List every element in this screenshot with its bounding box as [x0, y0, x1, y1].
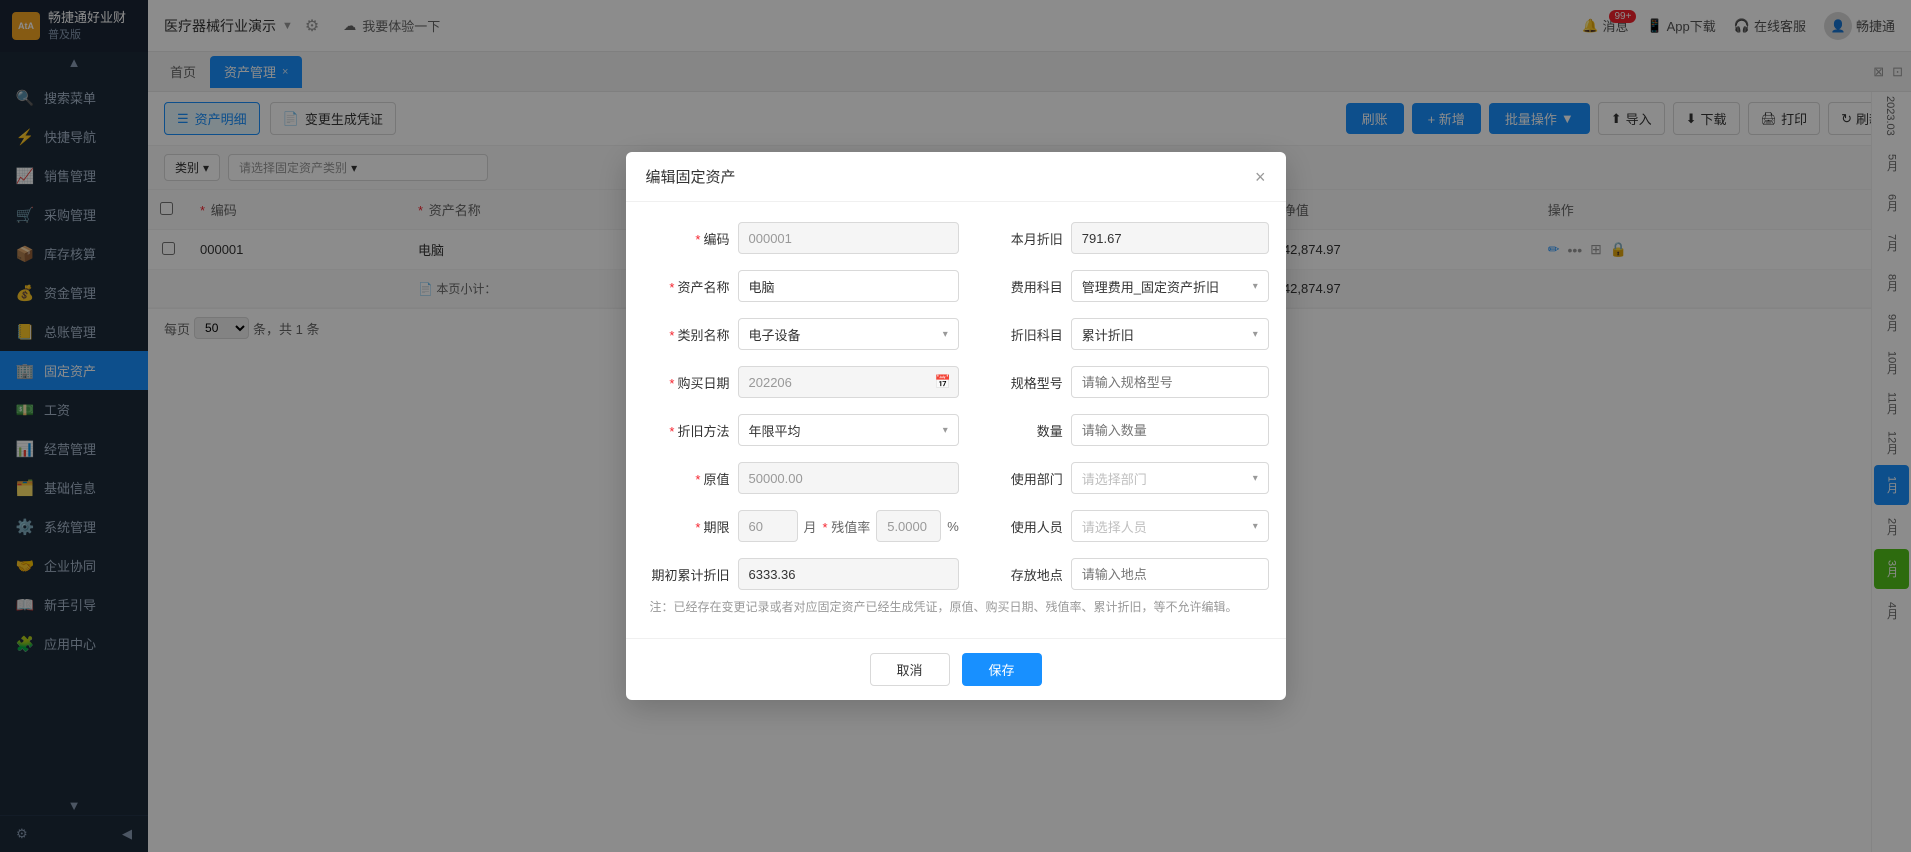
form-note: 注：已经存在变更记录或者对应固定资产已经生成凭证，原值、购买日期、残值率、累计折…	[650, 590, 1262, 617]
period-unit: 月	[804, 517, 817, 536]
dep-method-label: 折旧方法	[650, 421, 730, 440]
dep-subject-label: 折旧科目	[983, 325, 1063, 344]
monthly-dep-input	[1071, 222, 1269, 254]
form-item-storage: 存放地点	[983, 558, 1269, 590]
chevron-down-icon: ▾	[1253, 521, 1258, 532]
required-star: *	[823, 520, 828, 535]
spec-input[interactable]	[1071, 366, 1269, 398]
form-item-purchase-date: 购买日期 📅	[650, 366, 959, 398]
category-label: 类别名称	[650, 325, 730, 344]
monthly-dep-label: 本月折旧	[983, 229, 1063, 248]
category-value: 电子设备	[749, 325, 801, 344]
cancel-button[interactable]: 取消	[870, 653, 950, 686]
form-item-spec: 规格型号	[983, 366, 1269, 398]
use-person-label: 使用人员	[983, 517, 1063, 536]
expense-subject-label: 费用科目	[983, 277, 1063, 296]
category-select[interactable]: 电子设备 ▾	[738, 318, 959, 350]
purchase-date-input[interactable]	[738, 366, 959, 398]
save-button[interactable]: 保存	[962, 653, 1042, 686]
use-person-select[interactable]: 请选择人员 ▾	[1071, 510, 1269, 542]
form-item-dep-method: 折旧方法 年限平均 ▾	[650, 414, 959, 446]
chevron-down-icon: ▾	[1253, 329, 1258, 340]
use-dept-select[interactable]: 请选择部门 ▾	[1071, 462, 1269, 494]
modal-body: 编码 本月折旧 资产名称 费用科目 管理费用_固定资产折旧	[626, 202, 1286, 637]
form-item-use-dept: 使用部门 请选择部门 ▾	[983, 462, 1269, 494]
initial-accum-dep-label: 期初累计折旧	[650, 565, 730, 584]
chevron-down-icon: ▾	[943, 425, 948, 436]
storage-label: 存放地点	[983, 565, 1063, 584]
form-item-dep-subject: 折旧科目 累计折旧 ▾	[983, 318, 1269, 350]
modal-footer: 取消 保存	[626, 638, 1286, 700]
form-item-initial-accum-dep: 期初累计折旧	[650, 558, 959, 590]
original-value-input[interactable]	[738, 462, 959, 494]
period-input[interactable]	[738, 510, 798, 542]
spec-label: 规格型号	[983, 373, 1063, 392]
form-item-period: 期限 月 * 残值率 %	[650, 510, 959, 542]
modal-title: 编辑固定资产	[646, 166, 736, 187]
modal-overlay: 编辑固定资产 × 编码 本月折旧 资产名称	[0, 0, 1911, 852]
code-input[interactable]	[738, 222, 959, 254]
residual-rate-label: * 残值率	[823, 517, 871, 536]
form-item-name: 资产名称	[650, 270, 959, 302]
form-item-quantity: 数量	[983, 414, 1269, 446]
dep-subject-select[interactable]: 累计折旧 ▾	[1071, 318, 1269, 350]
form-item-expense-subject: 费用科目 管理费用_固定资产折旧 ▾	[983, 270, 1269, 302]
quantity-label: 数量	[983, 421, 1063, 440]
modal-header: 编辑固定资产 ×	[626, 152, 1286, 202]
dep-method-select[interactable]: 年限平均 ▾	[738, 414, 959, 446]
chevron-down-icon: ▾	[1253, 281, 1258, 292]
form-item-code: 编码	[650, 222, 959, 254]
calendar-icon: 📅	[935, 374, 951, 390]
residual-rate-unit: %	[947, 519, 959, 534]
storage-input[interactable]	[1071, 558, 1269, 590]
original-value-label: 原值	[650, 469, 730, 488]
form-item-use-person: 使用人员 请选择人员 ▾	[983, 510, 1269, 542]
edit-asset-modal: 编辑固定资产 × 编码 本月折旧 资产名称	[626, 152, 1286, 699]
residual-rate-input[interactable]	[876, 510, 941, 542]
chevron-down-icon: ▾	[1253, 473, 1258, 484]
use-person-placeholder: 请选择人员	[1082, 517, 1147, 536]
form-item-original-value: 原值	[650, 462, 959, 494]
dep-method-value: 年限平均	[749, 421, 801, 440]
period-label: 期限	[650, 517, 730, 536]
code-label: 编码	[650, 229, 730, 248]
form-grid: 编码 本月折旧 资产名称 费用科目 管理费用_固定资产折旧	[650, 222, 1262, 590]
dep-subject-value: 累计折旧	[1082, 325, 1134, 344]
form-item-monthly-dep: 本月折旧	[983, 222, 1269, 254]
modal-close-btn[interactable]: ×	[1255, 168, 1266, 186]
form-item-category: 类别名称 电子设备 ▾	[650, 318, 959, 350]
expense-subject-value: 管理费用_固定资产折旧	[1082, 277, 1219, 296]
name-input[interactable]	[738, 270, 959, 302]
quantity-input[interactable]	[1071, 414, 1269, 446]
name-label: 资产名称	[650, 277, 730, 296]
use-dept-label: 使用部门	[983, 469, 1063, 488]
use-dept-placeholder: 请选择部门	[1082, 469, 1147, 488]
purchase-date-label: 购买日期	[650, 373, 730, 392]
expense-subject-select[interactable]: 管理费用_固定资产折旧 ▾	[1071, 270, 1269, 302]
chevron-down-icon: ▾	[943, 329, 948, 340]
initial-accum-dep-input	[738, 558, 959, 590]
